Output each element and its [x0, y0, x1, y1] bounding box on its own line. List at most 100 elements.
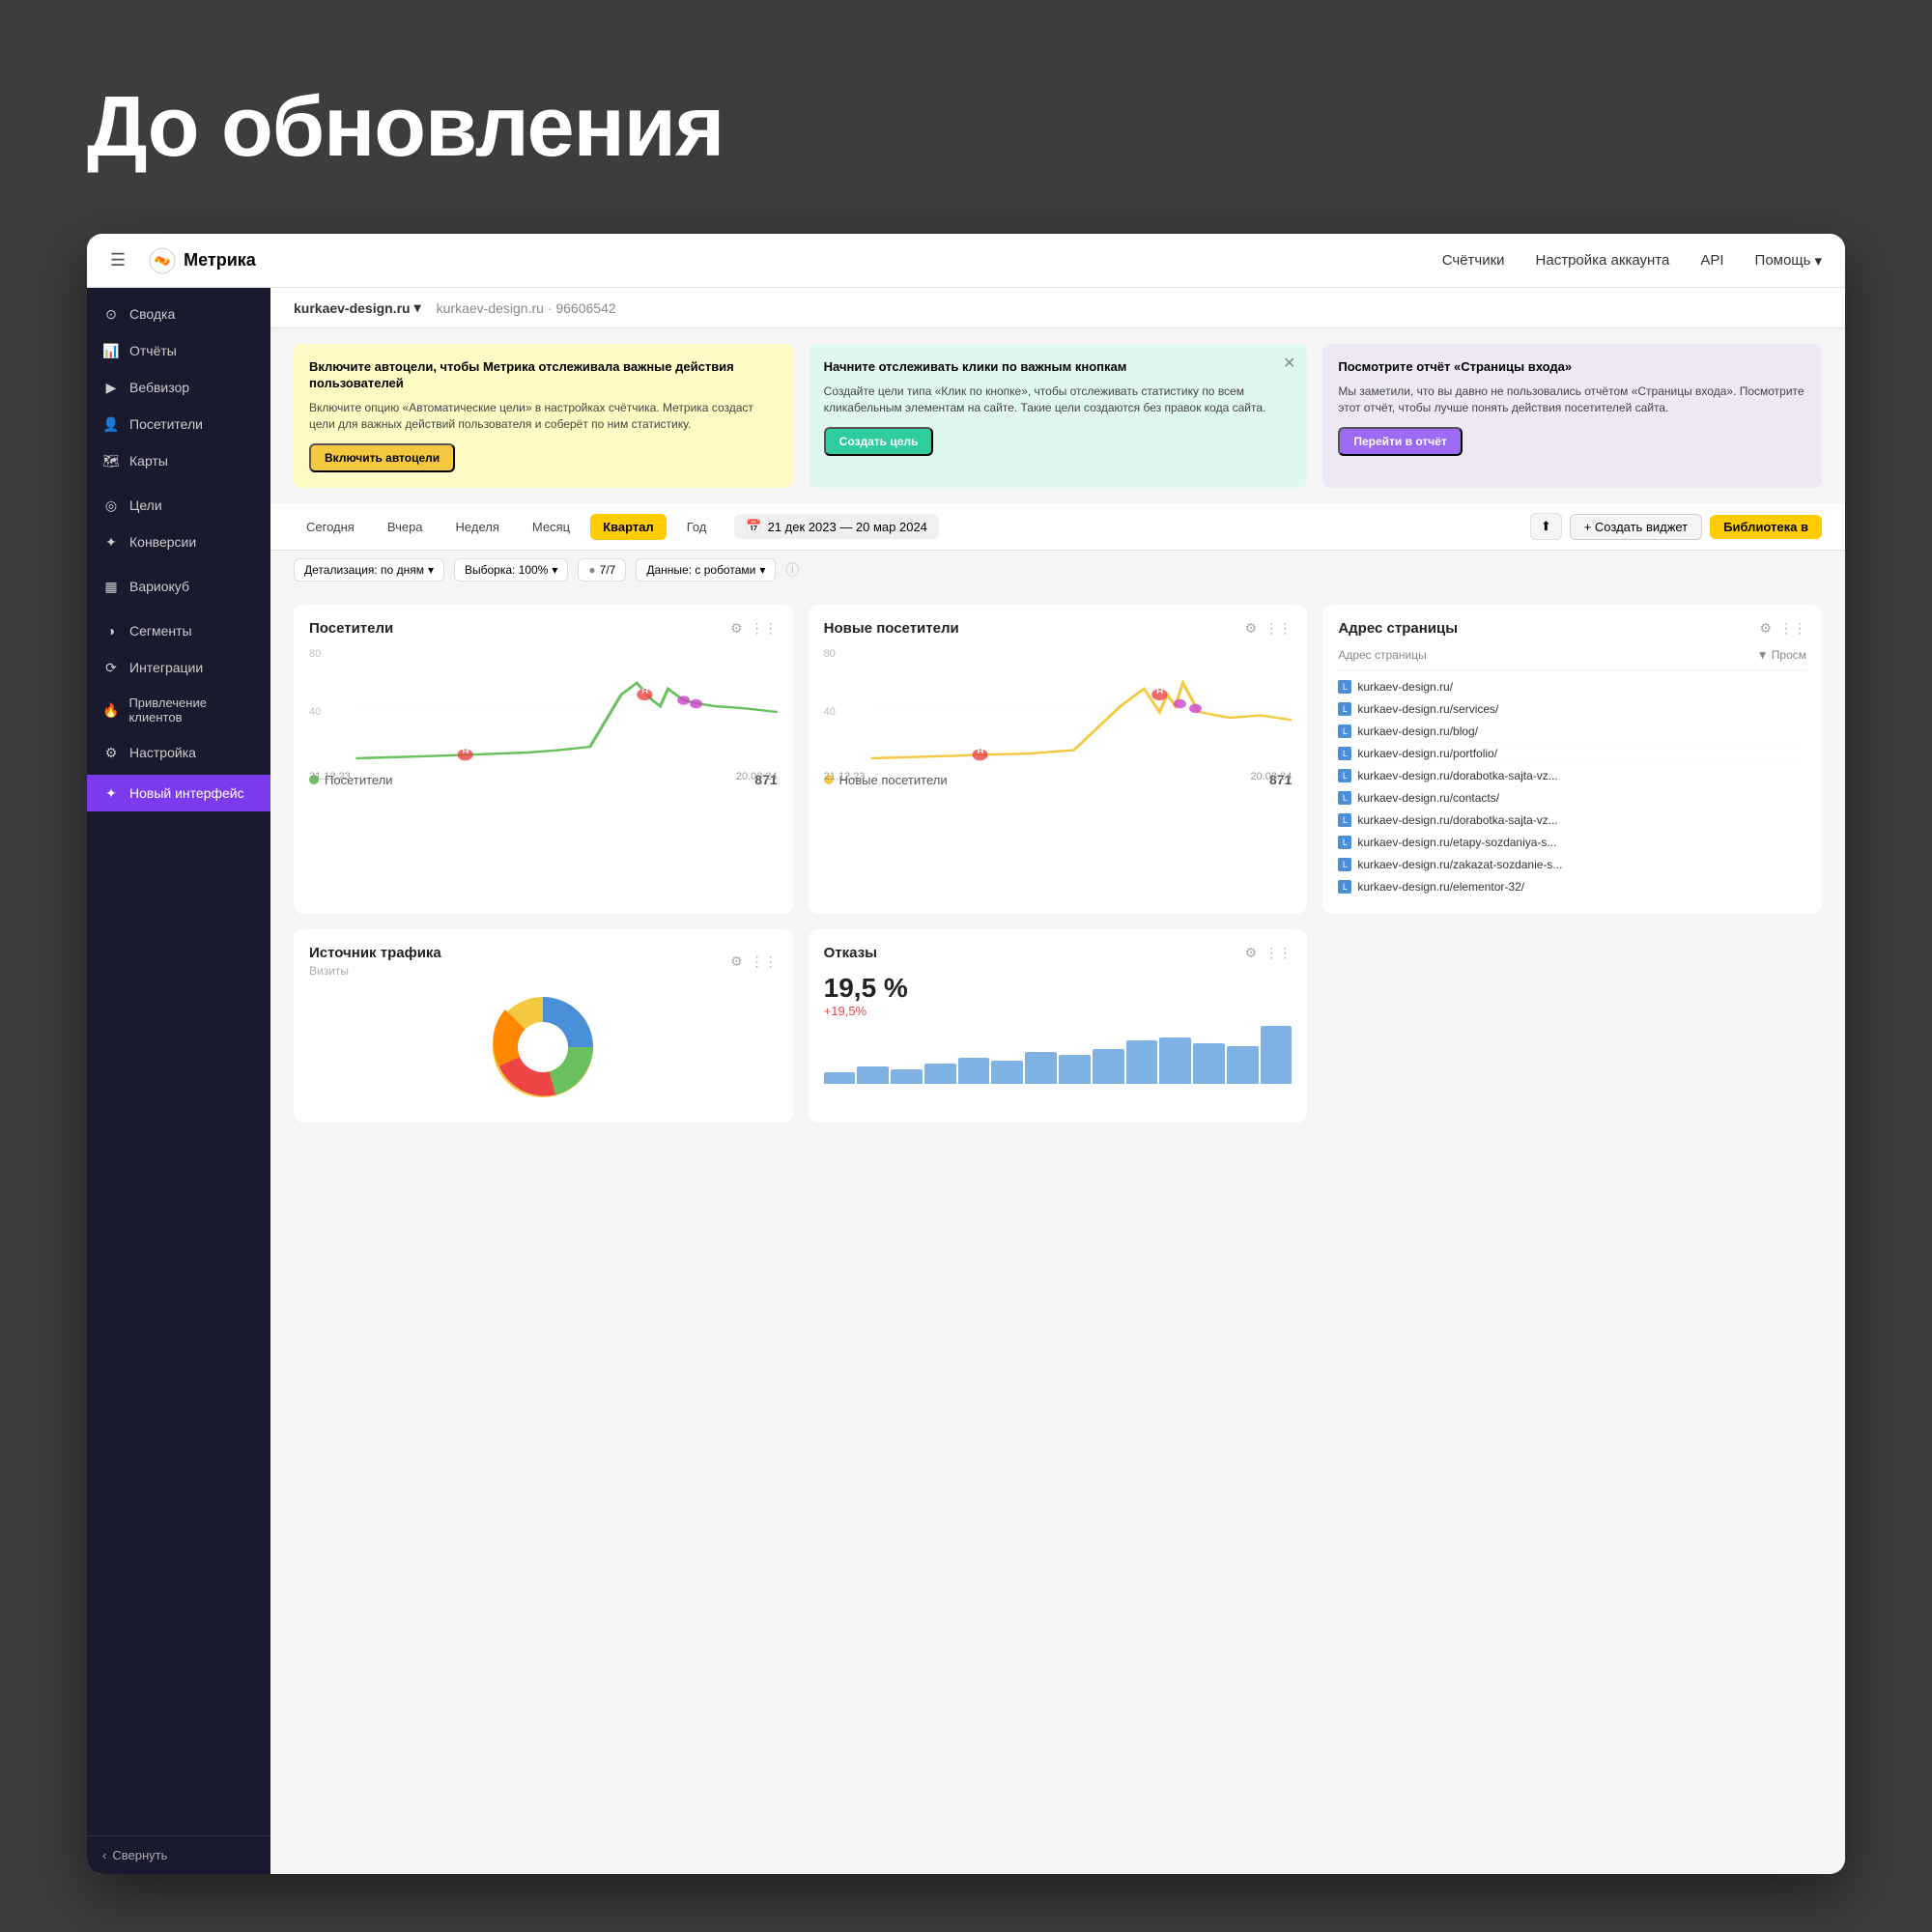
- sidebar-item-webvisor[interactable]: ▶ Вебвизор: [87, 369, 270, 406]
- nav-counters[interactable]: Счётчики: [1442, 252, 1505, 270]
- outer-container: До обновления ☰ Метрика Счётчики Настрой…: [0, 0, 1932, 1932]
- site-selector[interactable]: kurkaev-design.ru ▾: [294, 299, 421, 316]
- sidebar-item-acquisition[interactable]: 🔥 Привлечение клиентов: [87, 686, 270, 734]
- widget-traffic-settings-icon[interactable]: ⚙: [730, 953, 743, 970]
- date-range-picker[interactable]: 📅 21 дек 2023 — 20 мар 2024: [734, 514, 939, 539]
- goals-icon: ◎: [102, 497, 120, 514]
- sample-filter-chevron: ▾: [552, 563, 557, 577]
- widgets-grid-1: Посетители ⚙ ⋮⋮ 80 40: [270, 589, 1845, 929]
- sidebar-label-integrations: Интеграции: [129, 660, 203, 675]
- sidebar-collapse[interactable]: ‹ Свернуть: [87, 1835, 270, 1874]
- sidebar-item-conversions[interactable]: ✦ Конверсии: [87, 524, 270, 560]
- new-interface-icon: ✦: [102, 784, 120, 802]
- page-address-table-body: L kurkaev-design.ru/ L kurkaev-design.ru…: [1338, 676, 1806, 898]
- widget-page-address-settings-icon[interactable]: ⚙: [1759, 620, 1772, 637]
- detail-filter[interactable]: Детализация: по дням ▾: [294, 558, 444, 582]
- hamburger-icon[interactable]: ☰: [110, 250, 126, 270]
- svg-text:H: H: [977, 748, 983, 755]
- bounce-value: 19,5 %: [824, 973, 1293, 1004]
- traffic-pie-chart: [309, 989, 778, 1105]
- url-icon: L: [1338, 813, 1351, 827]
- widget-page-address-more-icon[interactable]: ⋮⋮: [1779, 620, 1806, 637]
- detail-filter-label: Детализация: по дням: [304, 563, 424, 577]
- widget-bounce-settings-icon[interactable]: ⚙: [1245, 945, 1258, 961]
- sidebar-item-goals[interactable]: ◎ Цели: [87, 487, 270, 524]
- sidebar-item-segments[interactable]: ◑ Сегменты: [87, 612, 270, 649]
- toolbar: Сегодня Вчера Неделя Месяц Квартал Год 📅…: [270, 503, 1845, 551]
- sidebar-item-maps[interactable]: 🗺 Карты: [87, 442, 270, 479]
- content-area: kurkaev-design.ru ▾ kurkaev-design.ru · …: [270, 288, 1845, 1874]
- count-filter[interactable]: ● 7/7: [578, 558, 626, 582]
- nav-help[interactable]: Помощь ▾: [1755, 252, 1822, 270]
- widget-new-visitors-settings-icon[interactable]: ⚙: [1245, 620, 1258, 637]
- top-nav: ☰ Метрика Счётчики Настройка аккаунта AP…: [87, 234, 1845, 288]
- widget-bounce-actions: ⚙ ⋮⋮: [1245, 945, 1293, 961]
- widget-visitors-settings-icon[interactable]: ⚙: [730, 620, 743, 637]
- svodka-icon: ⊙: [102, 305, 120, 323]
- widget-bounce-more-icon[interactable]: ⋮⋮: [1264, 945, 1292, 961]
- nav-api[interactable]: API: [1700, 252, 1723, 270]
- widget-new-visitors-chart: 80 40 H: [824, 648, 1293, 764]
- period-week[interactable]: Неделя: [443, 514, 512, 540]
- export-button[interactable]: ⬆: [1530, 513, 1562, 540]
- period-month[interactable]: Месяц: [520, 514, 582, 540]
- sidebar-label-new-interface: Новый интерфейс: [129, 785, 244, 801]
- sidebar-item-svodka[interactable]: ⊙ Сводка: [87, 296, 270, 332]
- nav-settings[interactable]: Настройка аккаунта: [1536, 252, 1670, 270]
- period-quarter[interactable]: Квартал: [590, 514, 667, 540]
- widget-new-visitors-actions: ⚙ ⋮⋮: [1245, 620, 1293, 637]
- new-visitors-chart-svg: H H: [824, 648, 1293, 764]
- bounce-change: +19,5%: [824, 1004, 1293, 1018]
- banner-clicks-close[interactable]: ✕: [1283, 354, 1295, 373]
- widget-bounce-header: Отказы ⚙ ⋮⋮: [824, 945, 1293, 961]
- sidebar-item-new-interface[interactable]: ✦ Новый интерфейс: [87, 775, 270, 811]
- library-button[interactable]: Библиотека в: [1710, 515, 1822, 539]
- create-widget-button[interactable]: + Создать виджет: [1570, 514, 1702, 540]
- detail-filter-chevron: ▾: [428, 563, 434, 577]
- bar: [1093, 1049, 1124, 1084]
- data-filter[interactable]: Данные: с роботами ▾: [636, 558, 776, 582]
- url-icon: L: [1338, 858, 1351, 871]
- browser-window: ☰ Метрика Счётчики Настройка аккаунта AP…: [87, 234, 1845, 1874]
- widget-page-address-header: Адрес страницы ⚙ ⋮⋮: [1338, 620, 1806, 637]
- widget-visitors: Посетители ⚙ ⋮⋮ 80 40: [294, 605, 793, 914]
- table-row: L kurkaev-design.ru/elementor-32/: [1338, 876, 1806, 898]
- widget-traffic-source-title-group: Источник трафика Визиты: [309, 945, 441, 978]
- banner-autogoals-btn[interactable]: Включить автоцели: [309, 443, 455, 472]
- sidebar-item-reports[interactable]: 📊 Отчёты: [87, 332, 270, 369]
- widget-new-visitors-more-icon[interactable]: ⋮⋮: [1264, 620, 1292, 637]
- url-icon: L: [1338, 769, 1351, 782]
- banner-landing-btn[interactable]: Перейти в отчёт: [1338, 427, 1462, 456]
- sidebar-item-visitors[interactable]: 👤 Посетители: [87, 406, 270, 442]
- table-row: L kurkaev-design.ru/blog/: [1338, 721, 1806, 743]
- bar: [891, 1069, 923, 1084]
- period-today[interactable]: Сегодня: [294, 514, 367, 540]
- maps-icon: 🗺: [102, 452, 120, 469]
- sidebar-label-segments: Сегменты: [129, 623, 192, 639]
- collapse-label: Свернуть: [112, 1848, 167, 1862]
- banner-clicks-btn[interactable]: Создать цель: [824, 427, 934, 456]
- date-range-text: 21 дек 2023 — 20 мар 2024: [768, 520, 927, 534]
- bar: [991, 1061, 1023, 1084]
- new-visitors-chart-labels: 21.12.23 20.03.24: [824, 771, 1293, 782]
- bar: [1193, 1043, 1225, 1084]
- bar: [1059, 1055, 1091, 1084]
- sidebar-item-variocube[interactable]: ▦ Вариокуб: [87, 568, 270, 605]
- sidebar-label-svodka: Сводка: [129, 306, 175, 322]
- logo-text: Метрика: [184, 250, 256, 270]
- banner-clicks: ✕ Начните отслеживать клики по важным кн…: [809, 344, 1308, 488]
- widget-new-visitors: Новые посетители ⚙ ⋮⋮ 80 40: [809, 605, 1308, 914]
- widget-new-visitors-title: Новые посетители: [824, 620, 959, 637]
- bar: [924, 1064, 956, 1084]
- segments-icon: ◑: [102, 622, 120, 639]
- sample-filter[interactable]: Выборка: 100% ▾: [454, 558, 568, 582]
- widget-visitors-more-icon[interactable]: ⋮⋮: [751, 620, 778, 637]
- period-year[interactable]: Год: [674, 514, 720, 540]
- bar: [958, 1058, 990, 1084]
- url-text: kurkaev-design.ru/dorabotka-sajta-vz...: [1357, 769, 1806, 782]
- widget-traffic-more-icon[interactable]: ⋮⋮: [751, 953, 778, 970]
- sidebar-item-integrations[interactable]: ⟳ Интеграции: [87, 649, 270, 686]
- period-yesterday[interactable]: Вчера: [375, 514, 436, 540]
- svg-text:H: H: [462, 748, 469, 755]
- sidebar-item-settings[interactable]: ⚙ Настройка: [87, 734, 270, 771]
